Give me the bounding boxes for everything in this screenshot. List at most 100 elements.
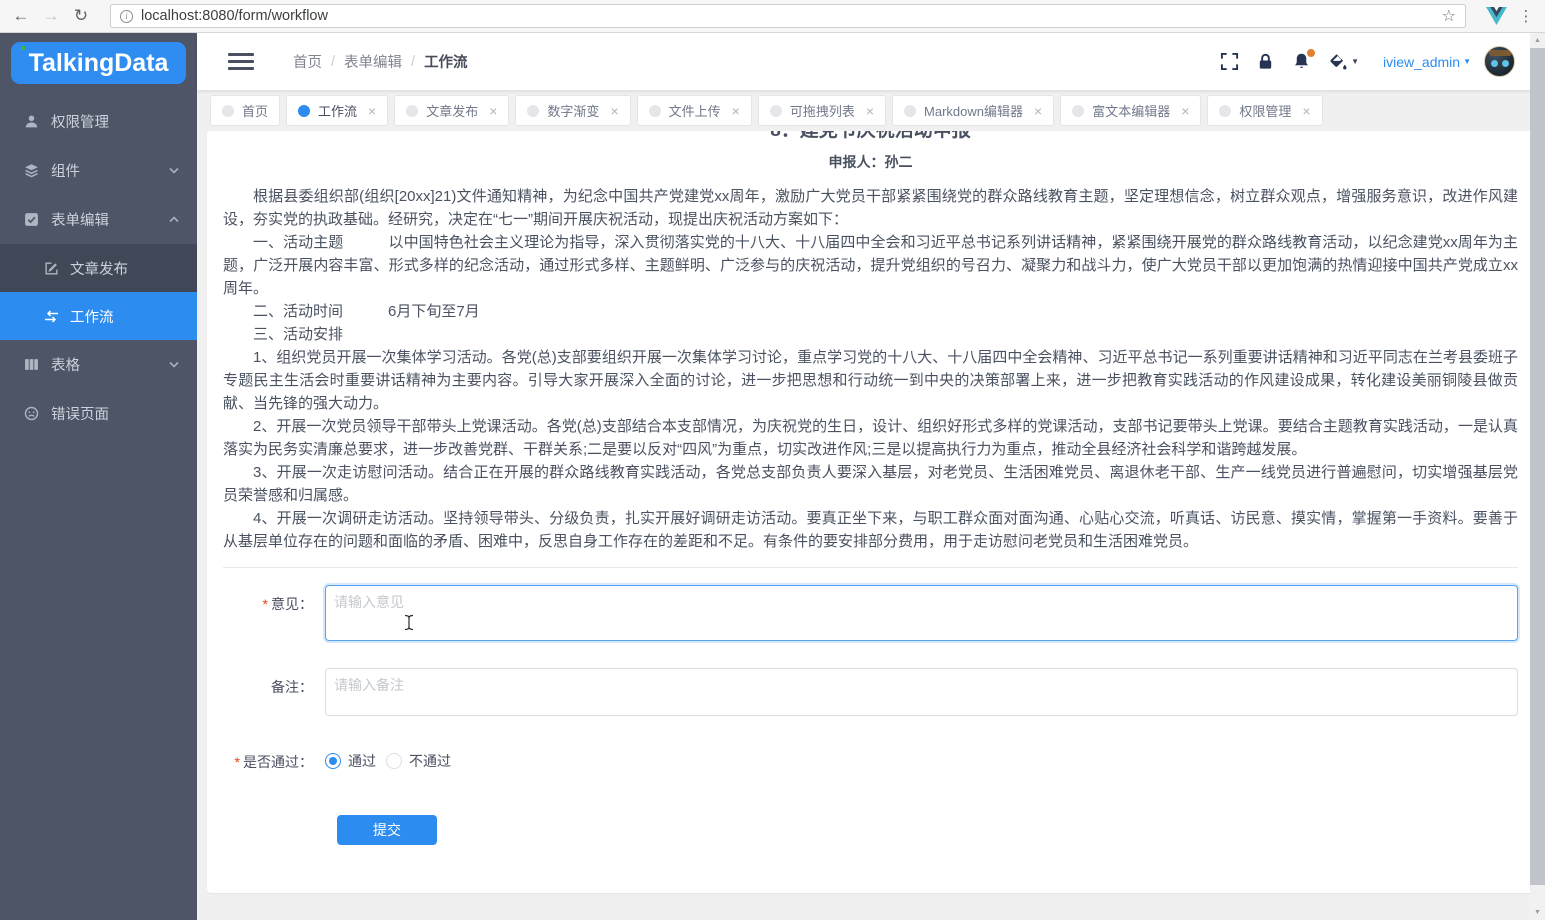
page-info-icon[interactable]: i: [120, 9, 133, 23]
chevron-down-icon: [169, 167, 179, 174]
page-content-area: 8：建党节庆祝活动申报 申报人：孙二 根据县委组织部(组织[20xx]21)文件…: [197, 131, 1545, 920]
tab-draggable-list[interactable]: 可拖拽列表 ×: [757, 95, 887, 126]
tab-close-icon[interactable]: ×: [732, 104, 740, 118]
tab-dot-icon: [769, 104, 782, 117]
tab-label: 数字渐变: [547, 104, 600, 119]
tab-close-icon[interactable]: ×: [610, 104, 618, 118]
bookmark-star-icon[interactable]: ☆: [1442, 6, 1456, 26]
opinion-label-text: 意见：: [271, 596, 313, 612]
note-textarea[interactable]: [325, 668, 1518, 716]
scroll-down-icon[interactable]: ▼: [1530, 905, 1545, 920]
sidebar-item-tables[interactable]: 表格: [0, 340, 197, 389]
doc-paragraph: 4、开展一次调研走访活动。坚持领导带头、分级负责，扎实开展好调研走访活动。要真正…: [223, 510, 1518, 550]
tab-label: 工作流: [318, 104, 358, 119]
sidebar-item-label: 表单编辑: [51, 213, 109, 229]
pass-label: * 是否通过：: [223, 743, 325, 772]
app-frame: TalkingData 权限管理 组件 表单编辑 文章发布 工作流 表格 错误页…: [0, 33, 1545, 920]
tab-close-icon[interactable]: ×: [1034, 104, 1042, 118]
opinion-textarea[interactable]: [325, 585, 1518, 641]
notification-bell-icon[interactable]: [1292, 49, 1316, 71]
radio-not-pass[interactable]: 不通过: [386, 751, 451, 771]
url-text[interactable]: localhost:8080/form/workflow: [141, 8, 1442, 24]
tab-dot-icon: [406, 104, 419, 117]
submit-row: 提交: [337, 815, 1518, 845]
breadcrumb-form-edit[interactable]: 表单编辑: [344, 51, 402, 72]
tab-home[interactable]: 首页: [210, 95, 281, 126]
sidebar-item-form-edit[interactable]: 表单编辑: [0, 195, 197, 244]
doc-paragraph: 2、开展一次党员领导干部带头上党课活动。各党(总)支部结合本支部情况，为庆祝党的…: [223, 418, 1518, 458]
layers-icon: [24, 163, 41, 178]
note-label-text: 备注：: [271, 679, 313, 695]
tab-permissions[interactable]: 权限管理 ×: [1207, 95, 1323, 126]
address-bar[interactable]: i localhost:8080/form/workflow ☆: [110, 4, 1466, 28]
pass-radio-group: 通过 不通过: [325, 743, 1518, 772]
vue-devtools-icon[interactable]: [1486, 7, 1507, 25]
tab-count-to[interactable]: 数字渐变 ×: [515, 95, 631, 126]
tab-close-icon[interactable]: ×: [866, 104, 874, 118]
radio-pass[interactable]: 通过: [325, 751, 376, 771]
sidebar-item-label: 表格: [51, 358, 80, 374]
user-dropdown[interactable]: iview_admin ▼: [1383, 54, 1471, 70]
tab-close-icon[interactable]: ×: [489, 104, 497, 118]
tab-rich-text-editor[interactable]: 富文本编辑器 ×: [1060, 95, 1202, 126]
theme-paint-icon[interactable]: ▼: [1328, 52, 1359, 72]
tab-markdown-editor[interactable]: Markdown编辑器 ×: [892, 95, 1055, 126]
note-row: 备注：: [223, 668, 1518, 716]
doc-paragraph: 根据县委组织部(组织[20xx]21)文件通知精神，为纪念中国共产党建党xx周年…: [223, 188, 1518, 228]
browser-back-icon[interactable]: ←: [6, 6, 36, 26]
table-icon: [24, 357, 41, 372]
radio-label: 通过: [348, 752, 376, 769]
page-scrollbar[interactable]: ▲ ▼: [1530, 33, 1545, 920]
breadcrumb-home[interactable]: 首页: [293, 51, 322, 72]
sidebar-menu: 权限管理 组件 表单编辑 文章发布 工作流 表格 错误页面: [0, 97, 197, 438]
note-label: 备注：: [223, 668, 325, 716]
doc-paragraph: 三、活动安排: [253, 326, 344, 343]
sidebar-item-components[interactable]: 组件: [0, 146, 197, 195]
breadcrumb: 首页 / 表单编辑 / 工作流: [293, 51, 468, 72]
submit-button[interactable]: 提交: [337, 815, 437, 845]
radio-label: 不通过: [409, 752, 451, 769]
tab-close-icon[interactable]: ×: [1302, 104, 1310, 118]
radio-circle-icon: [386, 752, 402, 769]
tab-dot-icon: [904, 104, 917, 117]
sidebar-item-article-publish[interactable]: 文章发布: [0, 244, 197, 292]
browser-menu-icon[interactable]: ⋮: [1513, 7, 1539, 25]
notification-badge: [1307, 49, 1316, 57]
tab-label: 富文本编辑器: [1092, 104, 1171, 119]
tab-dot-icon: [1219, 104, 1232, 117]
app-logo[interactable]: TalkingData: [11, 42, 186, 84]
checkbox-icon: [24, 212, 41, 227]
scroll-up-icon[interactable]: ▲: [1530, 33, 1545, 48]
browser-forward-icon[interactable]: →: [36, 6, 66, 26]
tab-close-icon[interactable]: ×: [1181, 104, 1189, 118]
sidebar-item-label: 组件: [51, 164, 80, 180]
chevron-down-icon: [169, 361, 179, 368]
radio-circle-icon: [325, 752, 341, 769]
tab-file-upload[interactable]: 文件上传 ×: [636, 95, 752, 126]
sidebar-item-permissions[interactable]: 权限管理: [0, 97, 197, 146]
tab-dot-icon: [648, 104, 661, 117]
top-header: 首页 / 表单编辑 / 工作流 ▼ iview_admin ▼: [197, 33, 1545, 90]
tab-close-icon[interactable]: ×: [368, 104, 376, 118]
sidebar: TalkingData 权限管理 组件 表单编辑 文章发布 工作流 表格 错误页…: [0, 33, 197, 920]
sidebar-item-label: 错误页面: [51, 407, 109, 423]
breadcrumb-separator: /: [331, 53, 336, 70]
menu-toggle-icon[interactable]: [228, 49, 254, 74]
avatar[interactable]: [1484, 46, 1515, 77]
pass-row: * 是否通过： 通过 不通过: [223, 743, 1518, 772]
fullscreen-icon[interactable]: [1220, 52, 1239, 71]
tab-label: 可拖拽列表: [789, 104, 855, 119]
lock-icon[interactable]: [1256, 52, 1275, 71]
breadcrumb-separator: /: [411, 53, 416, 70]
tab-article-publish[interactable]: 文章发布 ×: [394, 95, 510, 126]
tab-dot-icon: [1072, 104, 1085, 117]
main-column: 首页 / 表单编辑 / 工作流 ▼ iview_admin ▼ 首页 工作流 ×…: [197, 33, 1545, 920]
browser-reload-icon[interactable]: ↻: [66, 6, 96, 26]
sidebar-item-label: 权限管理: [51, 115, 109, 131]
sidebar-item-error-pages[interactable]: 错误页面: [0, 389, 197, 438]
swap-arrows-icon: [44, 309, 60, 323]
sidebar-item-workflow[interactable]: 工作流: [0, 292, 197, 340]
tab-workflow[interactable]: 工作流 ×: [286, 95, 389, 126]
scrollbar-thumb[interactable]: [1530, 48, 1545, 885]
document-body: 根据县委组织部(组织[20xx]21)文件通知精神，为纪念中国共产党建党xx周年…: [223, 185, 1518, 553]
